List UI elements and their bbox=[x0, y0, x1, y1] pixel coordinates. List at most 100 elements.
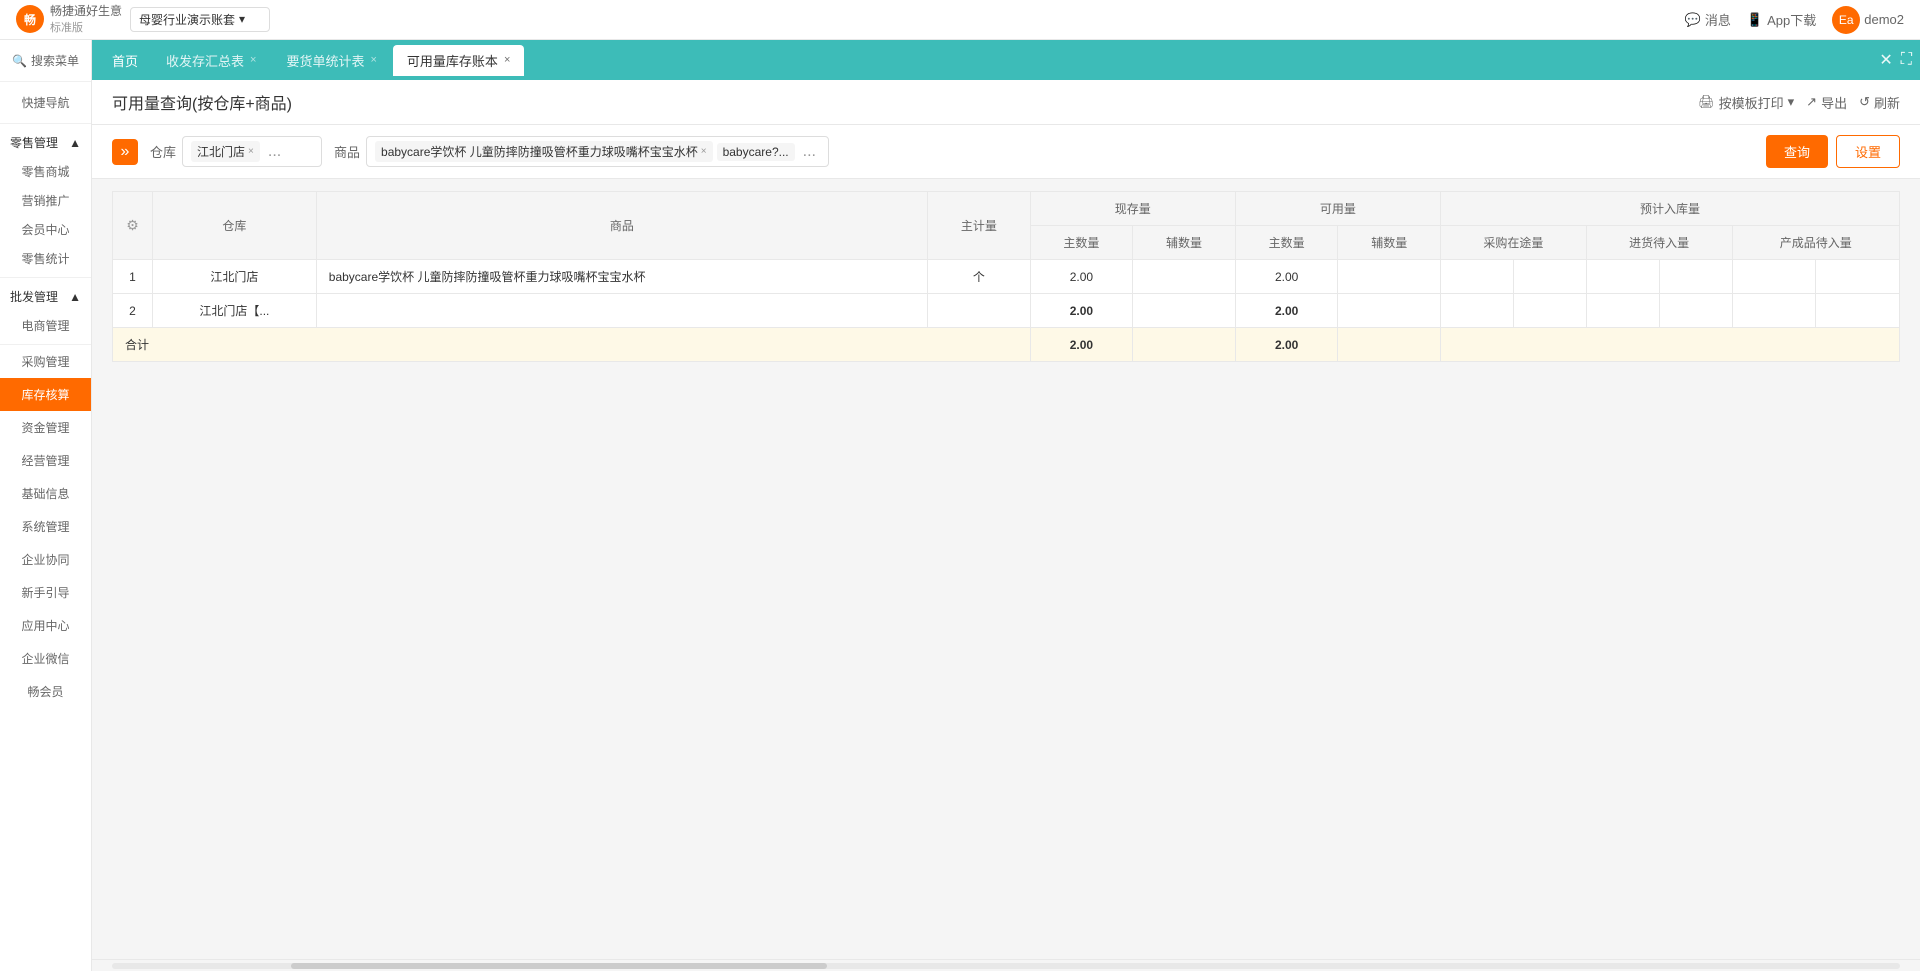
search-menu-label: 搜索菜单 bbox=[31, 52, 79, 69]
warehouse-input[interactable]: 江北门店 × ... bbox=[182, 136, 322, 167]
th-unit: 主计量 bbox=[928, 192, 1031, 260]
warehouse-tag-text: 江北门店 bbox=[197, 143, 245, 160]
refresh-label: 刷新 bbox=[1874, 93, 1900, 112]
collapse-icon2: ▲ bbox=[69, 290, 81, 304]
table-wrapper: ⚙ 仓库 商品 主计量 现存量 可用量 预计入库量 主数量 辅数量 主数量 辅数… bbox=[92, 179, 1920, 959]
sidebar-nav: 快捷导航 bbox=[0, 82, 91, 124]
td-stock-main-1: 2.00 bbox=[1030, 260, 1133, 294]
sidebar-item-system[interactable]: 系统管理 bbox=[0, 510, 91, 543]
expand-window-icon[interactable]: ⛶ bbox=[1901, 51, 1912, 69]
user-area[interactable]: Ea demo2 bbox=[1832, 6, 1904, 34]
query-button[interactable]: 查询 bbox=[1766, 135, 1828, 168]
sidebar-item-basic-info[interactable]: 基础信息 bbox=[0, 477, 91, 510]
tab-home[interactable]: 首页 bbox=[100, 45, 150, 76]
sidebar-item-enterprise[interactable]: 企业协同 bbox=[0, 543, 91, 576]
tab-purchase-stats[interactable]: 要货单统计表 × bbox=[272, 45, 390, 76]
sidebar-header-wholesale[interactable]: 批发管理 ▲ bbox=[0, 282, 91, 311]
td-avail-aux-2 bbox=[1338, 294, 1441, 328]
refresh-icon: ↺ bbox=[1859, 94, 1870, 110]
warehouse-more-icon[interactable]: ... bbox=[268, 143, 281, 161]
td-inc-aux-1 bbox=[1816, 260, 1900, 294]
tab-purchase-stats-label: 要货单统计表 bbox=[286, 51, 364, 70]
app-download-btn[interactable]: 📱 App下载 bbox=[1747, 10, 1816, 29]
td-product-1: babycare学饮杯 儿童防摔防撞吸管杯重力球吸嘴杯宝宝水杯 bbox=[316, 260, 927, 294]
th-gear[interactable]: ⚙ bbox=[113, 192, 153, 260]
sidebar-item-ecommerce[interactable]: 电商管理 bbox=[0, 311, 91, 340]
warehouse-label: 仓库 bbox=[150, 142, 176, 161]
td-pur-aux-2 bbox=[1586, 294, 1659, 328]
td-pur-main-1 bbox=[1513, 260, 1586, 294]
close-window-icon[interactable]: ✕ bbox=[1879, 50, 1892, 70]
sidebar-item-marketing[interactable]: 营销推广 bbox=[0, 186, 91, 215]
sidebar-item-app-center[interactable]: 应用中心 bbox=[0, 609, 91, 642]
tab-available-stock[interactable]: 可用量库存账本 × bbox=[393, 45, 524, 76]
filter-actions: 查询 设置 bbox=[1766, 135, 1900, 168]
th-stock-main: 主数量 bbox=[1030, 226, 1133, 260]
sidebar-item-new-guide[interactable]: 新手引导 bbox=[0, 576, 91, 609]
phone-icon: 📱 bbox=[1747, 12, 1763, 28]
tab-receivables[interactable]: 收发存汇总表 × bbox=[152, 45, 270, 76]
tab-close-available-stock[interactable]: × bbox=[504, 54, 510, 66]
search-menu-btn[interactable]: 🔍 搜索菜单 bbox=[8, 48, 83, 73]
sidebar-item-retail-mall[interactable]: 零售商城 bbox=[0, 157, 91, 186]
logo-icon: 畅 bbox=[16, 5, 44, 33]
td-inc-main-2 bbox=[1732, 294, 1816, 328]
top-bar: 畅 畅捷通好生意 标准版 母婴行业演示账套 ▾ 💬 消息 📱 App下载 Ea … bbox=[0, 0, 1920, 40]
td-avail-aux-1 bbox=[1338, 260, 1441, 294]
setting-button[interactable]: 设置 bbox=[1836, 135, 1900, 168]
message-btn[interactable]: 💬 消息 bbox=[1685, 10, 1731, 29]
sidebar-item-operations[interactable]: 经营管理 bbox=[0, 444, 91, 477]
export-icon: ↗ bbox=[1806, 94, 1817, 110]
product-tag1: babycare学饮杯 儿童防摔防撞吸管杯重力球吸嘴杯宝宝水杯 × bbox=[375, 141, 713, 162]
chevron-print-icon: ▾ bbox=[1788, 94, 1795, 110]
store-selector[interactable]: 母婴行业演示账套 ▾ bbox=[130, 7, 270, 32]
td-inc-main-1 bbox=[1732, 260, 1816, 294]
th-group-stock: 现存量 bbox=[1030, 192, 1235, 226]
product-input[interactable]: babycare学饮杯 儿童防摔防撞吸管杯重力球吸嘴杯宝宝水杯 × babyca… bbox=[366, 136, 829, 167]
warehouse-tag-close[interactable]: × bbox=[248, 146, 254, 157]
table-footer: 合计 2.00 2.00 bbox=[113, 328, 1900, 362]
sidebar-item-member-plus[interactable]: 畅会员 bbox=[0, 675, 91, 708]
sidebar: 🔍 搜索菜单 快捷导航 零售管理 ▲ 零售商城 营销推广 会员中心 零售统计 批… bbox=[0, 40, 92, 971]
sidebar-item-purchase[interactable]: 采购管理 bbox=[0, 345, 91, 378]
search-icon: 🔍 bbox=[12, 54, 27, 68]
expand-filter-btn[interactable]: » bbox=[112, 139, 138, 165]
main-container: 🔍 搜索菜单 快捷导航 零售管理 ▲ 零售商城 营销推广 会员中心 零售统计 批… bbox=[0, 40, 1920, 971]
print-btn[interactable]: 🖨 按模板打印 ▾ bbox=[1698, 93, 1794, 112]
table-row: 2 江北门店【... 2.00 2.00 bbox=[113, 294, 1900, 328]
chevron-down-icon: ▾ bbox=[239, 12, 245, 26]
horizontal-scrollbar-track[interactable] bbox=[112, 963, 1900, 969]
product-tag1-close[interactable]: × bbox=[701, 146, 707, 157]
td-stock-main-2: 2.00 bbox=[1030, 294, 1133, 328]
th-avail-main: 主数量 bbox=[1235, 226, 1338, 260]
sidebar-item-quick-nav[interactable]: 快捷导航 bbox=[0, 88, 91, 117]
username: demo2 bbox=[1864, 12, 1904, 27]
footer-label: 合计 bbox=[113, 328, 1031, 362]
sidebar-item-finance[interactable]: 资金管理 bbox=[0, 411, 91, 444]
refresh-btn[interactable]: ↺ 刷新 bbox=[1859, 93, 1900, 112]
expand-icon: » bbox=[121, 143, 130, 161]
th-warehouse: 仓库 bbox=[153, 192, 317, 260]
quick-nav-label: 快捷导航 bbox=[21, 96, 69, 110]
sidebar-section-wholesale: 批发管理 ▲ 电商管理 bbox=[0, 278, 91, 345]
th-product: 商品 bbox=[316, 192, 927, 260]
td-stock-aux-1 bbox=[1133, 260, 1236, 294]
data-table: ⚙ 仓库 商品 主计量 现存量 可用量 预计入库量 主数量 辅数量 主数量 辅数… bbox=[112, 191, 1900, 362]
horizontal-scrollbar-thumb[interactable] bbox=[291, 963, 827, 969]
td-pur-aux-1 bbox=[1586, 260, 1659, 294]
tab-close-purchase-stats[interactable]: × bbox=[370, 54, 376, 66]
sidebar-item-inventory[interactable]: 库存核算 bbox=[0, 378, 91, 411]
sidebar-header-retail[interactable]: 零售管理 ▲ bbox=[0, 128, 91, 157]
tab-close-receivables[interactable]: × bbox=[250, 54, 256, 66]
sidebar-item-members[interactable]: 会员中心 bbox=[0, 215, 91, 244]
sidebar-item-wechat[interactable]: 企业微信 bbox=[0, 642, 91, 675]
warehouse-tag: 江北门店 × bbox=[191, 141, 260, 162]
product-more-icon[interactable]: ... bbox=[803, 143, 816, 161]
filter-bar: » 仓库 江北门店 × ... 商品 bbox=[92, 125, 1920, 179]
home-label: 首页 bbox=[112, 54, 138, 69]
footer-empty bbox=[1441, 328, 1900, 362]
top-bar-right: 💬 消息 📱 App下载 Ea demo2 bbox=[1685, 6, 1904, 34]
footer-avail-main: 2.00 bbox=[1235, 328, 1338, 362]
export-btn[interactable]: ↗ 导出 bbox=[1806, 93, 1847, 112]
sidebar-item-retail-stats[interactable]: 零售统计 bbox=[0, 244, 91, 273]
